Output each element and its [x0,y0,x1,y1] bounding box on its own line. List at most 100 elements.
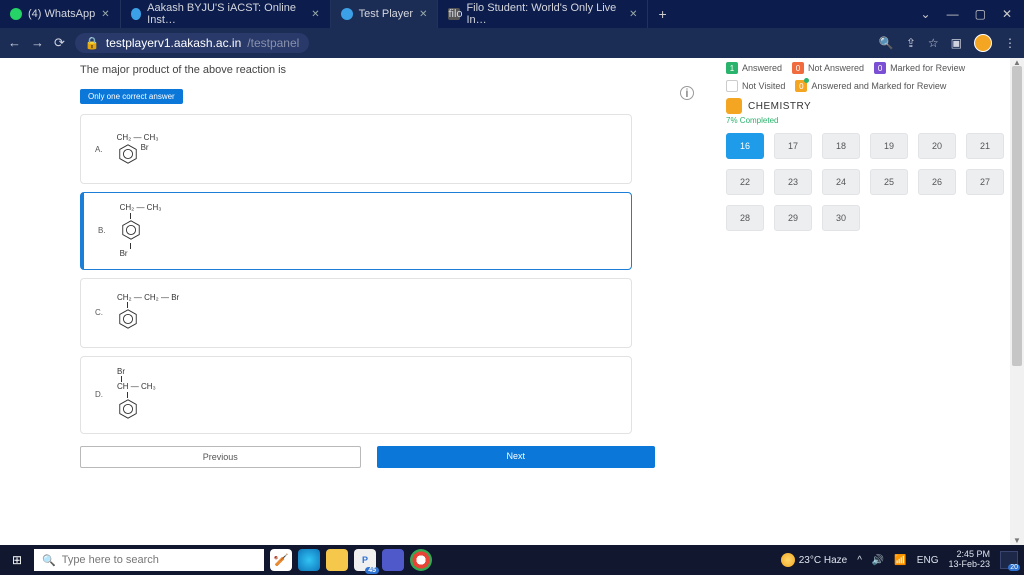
volume-icon[interactable]: 🔊 [872,555,884,566]
close-icon[interactable]: ✕ [311,9,319,20]
question-number-19[interactable]: 19 [870,133,908,159]
menu-icon[interactable]: ⋮ [1004,36,1016,50]
url-path: /testpanel [247,36,299,50]
question-text: The major product of the above reaction … [80,64,704,76]
question-number-24[interactable]: 24 [822,169,860,195]
question-number-30[interactable]: 30 [822,205,860,231]
chemistry-icon [726,98,742,114]
molecule-diagram: CH₂ — CH₃ Br [117,133,159,165]
option-label: D. [95,390,103,399]
answer-type-badge: Only one correct answer [80,89,183,104]
taskbar-search[interactable]: 🔍 Type here to search [34,549,264,571]
chrome-icon[interactable] [410,549,432,571]
option-label: B. [98,226,106,235]
filo-icon: filo [448,8,460,20]
wifi-icon[interactable]: 📶 [894,555,906,566]
forward-icon[interactable]: → [31,35,44,51]
subject-title: CHEMISTRY [748,101,811,112]
start-button[interactable]: ⊞ [6,549,28,571]
teams-icon[interactable] [382,549,404,571]
share-icon[interactable]: ⇪ [906,36,916,50]
tab-title: (4) WhatsApp [28,8,95,20]
address-bar: ← → ⟳ 🔒 testplayerv1.aakash.ac.in/testpa… [0,28,1024,58]
tab-title: Test Player [359,8,413,20]
browser-titlebar: (4) WhatsApp ✕ Aakash BYJU'S iACST: Onli… [0,0,1024,28]
option-a[interactable]: A. CH₂ — CH₃ Br [80,114,632,184]
option-label: A. [95,145,103,154]
question-number-18[interactable]: 18 [822,133,860,159]
option-b[interactable]: B. CH₂ — CH₃ Br [80,192,632,270]
aakash-icon [341,8,353,20]
scroll-down-icon[interactable]: ▼ [1010,536,1024,545]
close-icon[interactable]: ✕ [419,9,427,20]
legend-label: Not Visited [742,81,785,91]
browser-tab[interactable]: (4) WhatsApp ✕ [0,0,121,28]
aakash-icon [131,8,142,20]
star-icon[interactable]: ☆ [928,36,939,50]
legend-label: Not Answered [808,63,864,73]
question-number-29[interactable]: 29 [774,205,812,231]
close-icon[interactable]: ✕ [101,9,109,20]
notification-icon[interactable] [1000,551,1018,569]
search-icon: 🔍 [42,554,56,567]
url-field[interactable]: 🔒 testplayerv1.aakash.ac.in/testpanel [75,33,309,53]
windows-taskbar: ⊞ 🔍 Type here to search 🏏 P45 23°C Haze … [0,545,1024,575]
question-number-27[interactable]: 27 [966,169,1004,195]
previous-button[interactable]: Previous [80,446,361,468]
marked-icon: 0 [874,62,886,74]
whatsapp-icon [10,8,22,20]
weather-widget[interactable]: 23°C Haze [781,553,847,567]
question-number-26[interactable]: 26 [918,169,956,195]
minimize-icon[interactable]: — [947,7,959,21]
question-number-17[interactable]: 17 [774,133,812,159]
lock-icon: 🔒 [85,36,100,50]
chevron-down-icon[interactable]: ⌄ [921,7,931,21]
chevron-up-icon[interactable]: ^ [857,555,862,566]
question-number-28[interactable]: 28 [726,205,764,231]
answered-marked-icon: 0 [795,80,807,92]
question-panel: The major product of the above reaction … [0,58,716,545]
edge-icon[interactable] [298,549,320,571]
browser-tab[interactable]: Aakash BYJU'S iACST: Online Inst… ✕ [121,0,331,28]
option-c[interactable]: C. CH₂ — CH₂ — Br [80,278,632,348]
option-label: C. [95,308,103,317]
scrollbar[interactable]: ▲ ▼ [1010,58,1024,545]
tab-title: Filo Student: World's Only Live In… [466,2,623,26]
close-window-icon[interactable]: ✕ [1002,7,1012,21]
legend-label: Answered and Marked for Review [811,81,946,91]
question-number-25[interactable]: 25 [870,169,908,195]
powerpoint-icon[interactable]: P45 [354,549,376,571]
maximize-icon[interactable]: ▢ [975,7,986,21]
question-number-22[interactable]: 22 [726,169,764,195]
scroll-thumb[interactable] [1012,66,1022,366]
back-icon[interactable]: ← [8,35,21,51]
molecule-diagram: CH₂ — CH₂ — Br [117,293,179,333]
sun-icon [781,553,795,567]
browser-tab[interactable]: filo Filo Student: World's Only Live In…… [438,0,648,28]
new-tab-button[interactable]: + [648,6,676,22]
cortana-icon[interactable]: 🏏 [270,549,292,571]
legend-label: Answered [742,63,782,73]
clock[interactable]: 2:45 PM 13-Feb-23 [948,550,990,570]
reload-icon[interactable]: ⟳ [54,35,65,51]
profile-avatar[interactable] [974,34,992,52]
question-number-16[interactable]: 16 [726,133,764,159]
url-host: testplayerv1.aakash.ac.in [106,36,241,50]
panel-icon[interactable]: ▣ [951,36,962,50]
search-icon[interactable]: 🔍 [879,36,894,50]
option-d[interactable]: D. Br CH — CH₃ [80,356,632,434]
close-icon[interactable]: ✕ [629,9,637,20]
language-indicator[interactable]: ENG [917,555,939,566]
question-number-23[interactable]: 23 [774,169,812,195]
browser-tab-active[interactable]: Test Player ✕ [331,0,439,28]
next-button[interactable]: Next [377,446,656,468]
search-placeholder: Type here to search [62,554,159,566]
molecule-diagram: Br CH — CH₃ [117,367,156,423]
info-icon[interactable]: i [680,86,694,100]
answered-icon: 1 [726,62,738,74]
tab-title: Aakash BYJU'S iACST: Online Inst… [147,2,305,26]
question-number-21[interactable]: 21 [966,133,1004,159]
completion-text: 7% Completed [726,116,1014,125]
question-number-20[interactable]: 20 [918,133,956,159]
file-explorer-icon[interactable] [326,549,348,571]
